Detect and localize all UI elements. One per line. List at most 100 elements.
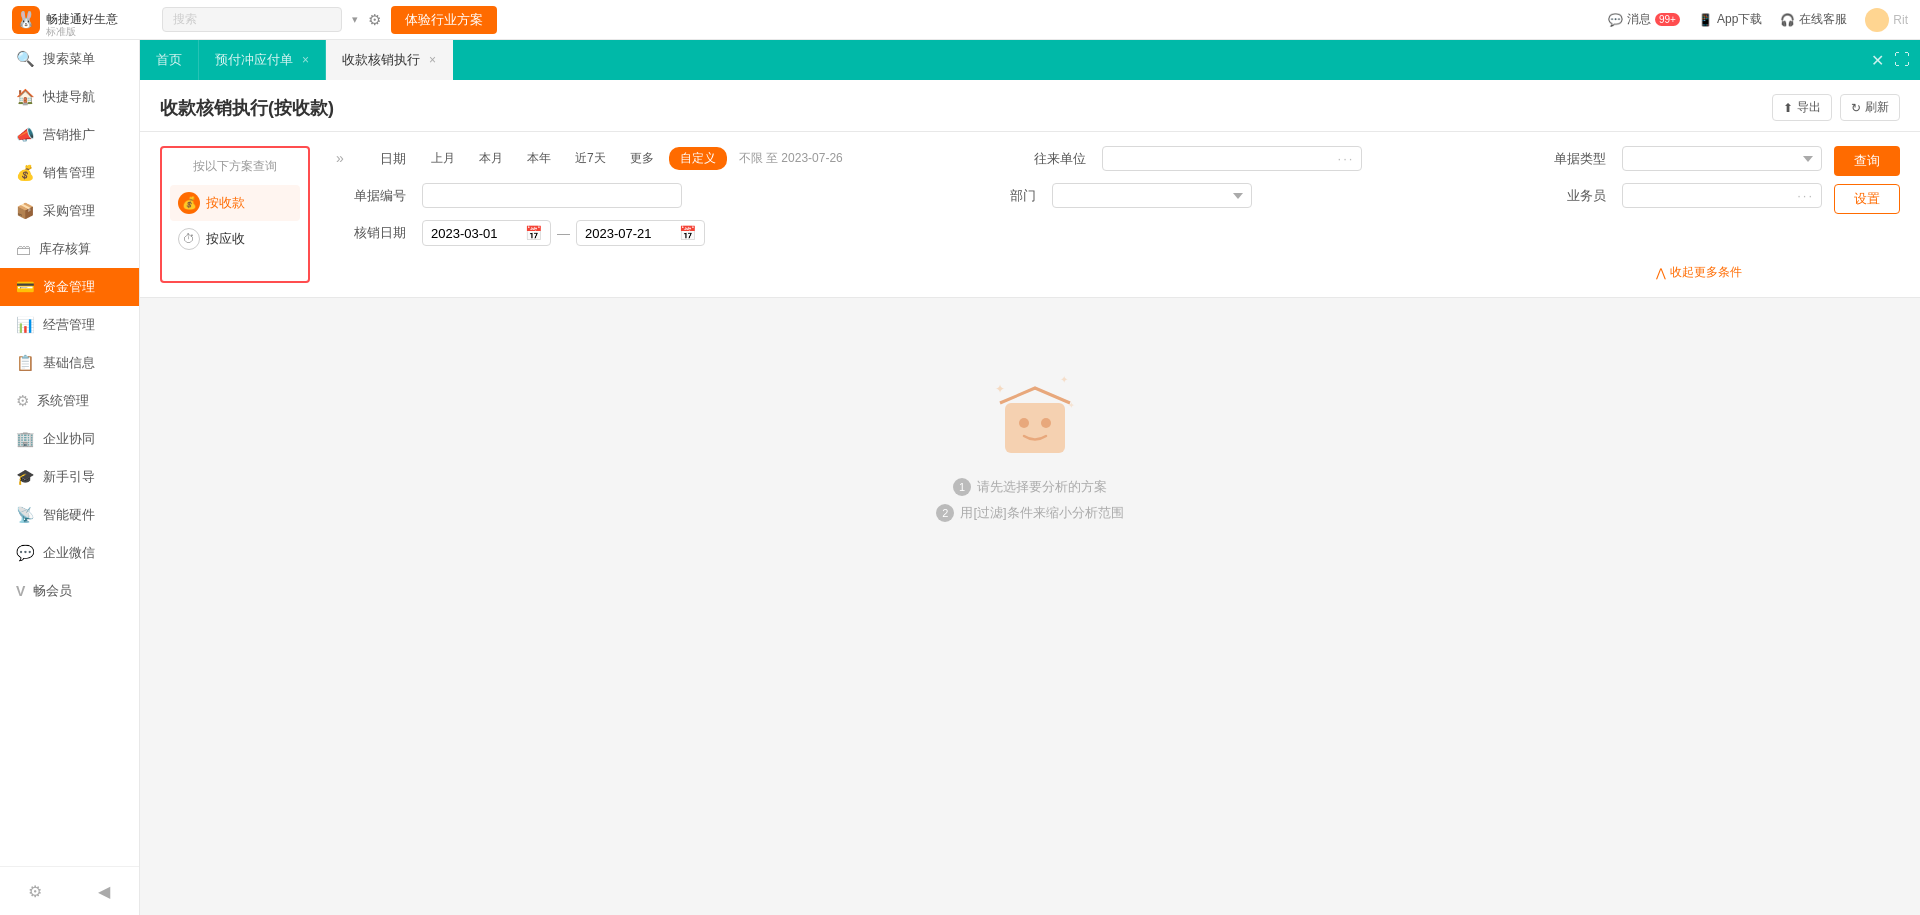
filter-main-area: 日期 上月 本月 本年 近7天 更多 自定义 不限 至 2023-07-26 bbox=[350, 146, 1900, 283]
sidebar-label-purchase: 采购管理 bbox=[43, 202, 95, 220]
basic-info-icon: 📋 bbox=[16, 354, 35, 372]
tab-expand-icon[interactable]: ⛶ bbox=[1894, 51, 1910, 69]
message-btn[interactable]: 💬 消息 99+ bbox=[1608, 11, 1680, 28]
collapse-more-btn[interactable]: ⋀ 收起更多条件 bbox=[350, 258, 1822, 283]
date-btn-last-7[interactable]: 近7天 bbox=[566, 147, 615, 170]
tab-close-all-icon[interactable]: ✕ bbox=[1871, 51, 1884, 70]
main-content: 首页 预付冲应付单 × 收款核销执行 × ✕ ⛶ 收款核销执行(按收款) bbox=[140, 40, 1920, 915]
guide-icon: 🎓 bbox=[16, 468, 35, 486]
doc-type-select[interactable] bbox=[1622, 146, 1822, 171]
sidebar-settings-btn[interactable]: ⚙ bbox=[19, 875, 51, 907]
offset-date-end-input[interactable] bbox=[585, 226, 675, 241]
filter-panel-collapse-btn[interactable]: » bbox=[330, 146, 350, 283]
offset-date-end-picker[interactable]: 📅 bbox=[576, 220, 705, 246]
sidebar-collapse-btn[interactable]: ◀ bbox=[88, 875, 120, 907]
settings-icon[interactable]: ⚙ bbox=[368, 11, 381, 29]
receivable-icon: ⏱ bbox=[178, 228, 200, 250]
sidebar-item-wechat[interactable]: 💬 企业微信 bbox=[0, 534, 139, 572]
sidebar-item-finance[interactable]: 💳 资金管理 bbox=[0, 268, 139, 306]
message-label: 消息 bbox=[1627, 11, 1651, 28]
svg-text:✦: ✦ bbox=[1068, 401, 1075, 410]
sidebar-label-enterprise: 企业协同 bbox=[43, 430, 95, 448]
sidebar-item-marketing[interactable]: 📣 营销推广 bbox=[0, 116, 139, 154]
sidebar-item-quick-nav[interactable]: 🏠 快捷导航 bbox=[0, 78, 139, 116]
svg-point-2 bbox=[1041, 418, 1051, 428]
query-button[interactable]: 查询 bbox=[1834, 146, 1900, 176]
home-icon: 🏠 bbox=[16, 88, 35, 106]
partner-ellipsis-icon: ··· bbox=[1338, 151, 1355, 166]
edition-label: 标准版 bbox=[46, 25, 76, 39]
date-btn-this-month[interactable]: 本月 bbox=[470, 147, 512, 170]
filter-option-receivable[interactable]: ⏱ 按应收 bbox=[170, 221, 300, 257]
filter-right-btns: 查询 设置 bbox=[1834, 146, 1900, 283]
empty-hint-2-text: 用[过滤]条件来缩小分析范围 bbox=[960, 504, 1123, 522]
export-button[interactable]: ⬆ 导出 bbox=[1772, 94, 1832, 121]
date-btn-more[interactable]: 更多 bbox=[621, 147, 663, 170]
tab-prepay-close[interactable]: × bbox=[302, 53, 309, 67]
app-download-label: App下载 bbox=[1717, 11, 1762, 28]
username: Rit bbox=[1893, 13, 1908, 27]
filter-sidebar-title: 按以下方案查询 bbox=[170, 158, 300, 175]
staff-input[interactable] bbox=[1622, 183, 1822, 208]
solution-button[interactable]: 体验行业方案 bbox=[391, 6, 497, 34]
headset-icon: 🎧 bbox=[1780, 13, 1795, 27]
sidebar-item-system[interactable]: ⚙ 系统管理 bbox=[0, 382, 139, 420]
inventory-icon: 🗃 bbox=[16, 241, 31, 258]
sidebar-label-quick-nav: 快捷导航 bbox=[43, 88, 95, 106]
filter-row-2: 单据编号 部门 业务员 bbox=[350, 183, 1822, 208]
app-download-btn[interactable]: 📱 App下载 bbox=[1698, 11, 1762, 28]
date-range-offset: 📅 — 📅 bbox=[422, 220, 705, 246]
empty-illustration: ✦ ✦ ✦ bbox=[980, 358, 1080, 458]
sidebar-item-guide[interactable]: 🎓 新手引导 bbox=[0, 458, 139, 496]
date-btn-this-year[interactable]: 本年 bbox=[518, 147, 560, 170]
empty-hint-1: 1 请先选择要分析的方案 bbox=[953, 478, 1107, 496]
sidebar-label-search: 搜索菜单 bbox=[43, 50, 95, 68]
date-label: 日期 bbox=[350, 150, 406, 168]
doc-num-input[interactable] bbox=[422, 183, 682, 208]
tab-home[interactable]: 首页 bbox=[140, 40, 199, 80]
sidebar-item-hardware[interactable]: 📡 智能硬件 bbox=[0, 496, 139, 534]
tab-receipt-offset[interactable]: 收款核销执行 × bbox=[326, 40, 453, 80]
offset-date-start-input[interactable] bbox=[431, 226, 521, 241]
sidebar-bottom: ⚙ ◀ bbox=[0, 866, 139, 915]
message-badge: 99+ bbox=[1655, 13, 1680, 26]
refresh-button[interactable]: ↻ 刷新 bbox=[1840, 94, 1900, 121]
partner-input[interactable] bbox=[1102, 146, 1362, 171]
receipt-icon: 💰 bbox=[178, 192, 200, 214]
tab-prepay[interactable]: 预付冲应付单 × bbox=[199, 40, 326, 80]
filter-option-receipt[interactable]: 💰 按收款 bbox=[170, 185, 300, 221]
date-btn-last-month[interactable]: 上月 bbox=[422, 147, 464, 170]
marketing-icon: 📣 bbox=[16, 126, 35, 144]
svg-rect-0 bbox=[1005, 403, 1065, 453]
system-icon: ⚙ bbox=[16, 392, 29, 410]
sidebar-item-sales[interactable]: 💰 销售管理 bbox=[0, 154, 139, 192]
dept-select[interactable] bbox=[1052, 183, 1252, 208]
user-avatar bbox=[1865, 8, 1889, 32]
settings-button[interactable]: 设置 bbox=[1834, 184, 1900, 214]
export-icon: ⬆ bbox=[1783, 101, 1793, 115]
sidebar-item-operation[interactable]: 📊 经营管理 bbox=[0, 306, 139, 344]
sidebar-item-search[interactable]: 🔍 搜索菜单 bbox=[0, 40, 139, 78]
collapse-chevron-icon: ⋀ bbox=[1656, 266, 1666, 280]
tab-receipt-offset-close[interactable]: × bbox=[429, 53, 436, 67]
finance-icon: 💳 bbox=[16, 278, 35, 296]
sidebar: 🔍 搜索菜单 🏠 快捷导航 📣 营销推广 💰 销售管理 📦 采购管理 🗃 库存核… bbox=[0, 40, 140, 915]
sidebar-item-inventory[interactable]: 🗃 库存核算 bbox=[0, 230, 139, 268]
svg-text:✦: ✦ bbox=[995, 382, 1005, 396]
date-button-group: 上月 本月 本年 近7天 更多 自定义 不限 至 2023-07-26 bbox=[422, 147, 843, 170]
date-btn-custom[interactable]: 自定义 bbox=[669, 147, 727, 170]
calendar-end-icon: 📅 bbox=[679, 225, 696, 241]
enterprise-icon: 🏢 bbox=[16, 430, 35, 448]
filter-option-receipt-label: 按收款 bbox=[206, 194, 245, 212]
offset-date-start-picker[interactable]: 📅 bbox=[422, 220, 551, 246]
sidebar-item-member[interactable]: V 畅会员 bbox=[0, 572, 139, 610]
top-bar-right: 💬 消息 99+ 📱 App下载 🎧 在线客服 Rit bbox=[1608, 8, 1908, 32]
online-service-btn[interactable]: 🎧 在线客服 bbox=[1780, 11, 1847, 28]
sidebar-item-purchase[interactable]: 📦 采购管理 bbox=[0, 192, 139, 230]
dropdown-chevron-icon[interactable]: ▾ bbox=[352, 13, 358, 26]
user-area[interactable]: Rit bbox=[1865, 8, 1908, 32]
sidebar-item-enterprise[interactable]: 🏢 企业协同 bbox=[0, 420, 139, 458]
sidebar-item-basic-info[interactable]: 📋 基础信息 bbox=[0, 344, 139, 382]
wechat-icon: 💬 bbox=[16, 544, 35, 562]
search-bar[interactable]: 搜索 bbox=[162, 7, 342, 32]
